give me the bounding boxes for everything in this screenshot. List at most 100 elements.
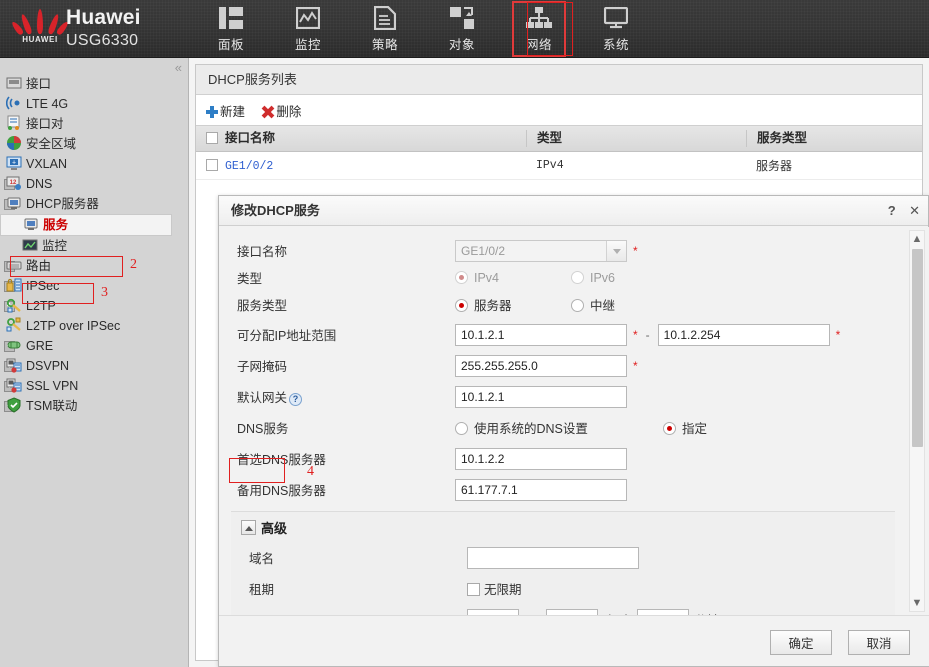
plus-icon: [206, 106, 218, 118]
radio-dns-specify-label: 指定: [682, 422, 707, 436]
ipsec-lock-icon: [6, 277, 22, 293]
required-marker-range-end: *: [836, 328, 841, 342]
select-all-checkbox[interactable]: [206, 132, 218, 144]
topnav-item-2[interactable]: 策略: [359, 2, 411, 56]
sidebar-item-13[interactable]: +GRE: [0, 336, 189, 356]
row-checkbox[interactable]: [206, 159, 218, 171]
sidebar-item-label-16: TSM联动: [26, 399, 77, 413]
l2tp-over-ipsec-icon: [6, 317, 22, 333]
tsm-shield-icon: [6, 397, 22, 413]
topnav-item-1[interactable]: 监控: [282, 2, 334, 56]
radio-server-icon: [455, 299, 468, 312]
radio-type-ipv6[interactable]: IPv6: [571, 271, 615, 285]
radio-type-ipv4[interactable]: IPv4: [455, 271, 563, 285]
sidebar-item-label-14: DSVPN: [26, 359, 69, 373]
sidebar-item-9[interactable]: +路由: [0, 256, 189, 276]
secondary-dns-input[interactable]: [455, 479, 627, 501]
dhcp-monitor-icon: [22, 237, 38, 253]
field-interface-name: 接口名称 GE1/0/2 *: [219, 237, 907, 264]
sidebar-item-label-4: VXLAN: [26, 157, 67, 171]
gre-tunnel-icon: [6, 337, 22, 353]
column-header-interface: 接口名称: [196, 130, 526, 147]
sidebar-item-6[interactable]: -DHCP服务器: [0, 194, 189, 214]
interface-icon: [6, 75, 22, 91]
radio-ipv4-icon: [455, 271, 468, 284]
field-type: 类型 IPv4 IPv6: [219, 264, 907, 291]
dns-icon: 12: [6, 175, 22, 191]
advanced-toggle[interactable]: 高级: [237, 516, 291, 539]
edit-dhcp-service-dialog: 修改DHCP服务 ? ✕ 接口名称 GE1/0/2 *: [218, 195, 929, 667]
top-header-bar: HUAWEI Huawei USG6330 面板监控策略对象网络系统 1: [0, 0, 929, 58]
ok-button[interactable]: 确定: [770, 630, 832, 655]
row-service-type-cell: 服务器: [746, 157, 922, 174]
sidebar-item-2[interactable]: 接口对: [0, 114, 189, 134]
label-ip-range: 可分配IP地址范围: [237, 325, 455, 344]
scroll-up-arrow-icon[interactable]: ▲: [910, 231, 924, 247]
cancel-button[interactable]: 取消: [848, 630, 910, 655]
default-gateway-input[interactable]: [455, 386, 627, 408]
field-secondary-dns: 备用DNS服务器: [219, 476, 907, 503]
new-button[interactable]: 新建: [206, 101, 245, 120]
scroll-down-arrow-icon[interactable]: ▼: [910, 595, 924, 611]
interface-link[interactable]: GE1/0/2: [225, 160, 273, 173]
dialog-scrollbar[interactable]: ▲ ▼: [909, 230, 925, 612]
ip-range-start-input[interactable]: [455, 324, 627, 346]
topnav-item-5[interactable]: 系统: [590, 2, 642, 56]
topnav-item-0[interactable]: 面板: [205, 2, 257, 56]
topnav-label-2: 策略: [359, 34, 411, 53]
sidebar-item-label-11: L2TP: [26, 299, 56, 313]
sidebar-item-11[interactable]: +L2TP: [0, 296, 189, 316]
primary-dns-input[interactable]: [455, 448, 627, 470]
scrollbar-thumb[interactable]: [912, 249, 923, 447]
app-root: HUAWEI Huawei USG6330 面板监控策略对象网络系统 1 « 接…: [0, 0, 929, 667]
sidebar-item-1[interactable]: LTE 4G: [0, 94, 189, 114]
sidebar-item-12[interactable]: L2TP over IPSec: [0, 316, 189, 336]
topnav-label-5: 系统: [590, 34, 642, 53]
topnav-label-1: 监控: [282, 34, 334, 53]
sidebar-collapse-icon[interactable]: «: [175, 62, 182, 74]
radio-service-server[interactable]: 服务器: [455, 295, 563, 314]
help-icon[interactable]: ?: [888, 196, 896, 226]
radio-dns-system[interactable]: 使用系统的DNS设置: [455, 418, 655, 437]
table-row[interactable]: GE1/0/2 IPv4 服务器: [196, 152, 922, 180]
topnav-item-3[interactable]: 对象: [436, 2, 488, 56]
unlimited-lease-option[interactable]: 无限期: [467, 579, 522, 598]
sidebar-item-0[interactable]: 接口: [0, 74, 189, 94]
close-icon[interactable]: ✕: [909, 196, 920, 226]
required-marker-subnet: *: [633, 359, 638, 373]
ssl-vpn-icon: [6, 377, 22, 393]
radio-dns-specify-icon: [663, 422, 676, 435]
radio-ipv4-label: IPv4: [474, 271, 499, 285]
subnet-mask-input[interactable]: [455, 355, 627, 377]
dialog-scroll-content: 接口名称 GE1/0/2 * 类型 IPv4: [219, 227, 907, 615]
sidebar-item-10[interactable]: +IPSec: [0, 276, 189, 296]
ip-range-end-input[interactable]: [658, 324, 830, 346]
label-interface-name: 接口名称: [237, 241, 455, 260]
svg-text:+: +: [12, 160, 16, 167]
radio-service-relay[interactable]: 中继: [571, 295, 615, 314]
radio-dns-specify[interactable]: 指定: [663, 418, 707, 437]
domain-name-input[interactable]: [467, 547, 639, 569]
logo-wordmark: HUAWEI: [10, 35, 70, 44]
new-button-label: 新建: [220, 105, 245, 119]
unlimited-checkbox[interactable]: [467, 583, 480, 596]
object-blocks-icon: [436, 5, 488, 31]
sidebar-item-8[interactable]: 监控: [0, 236, 189, 256]
sidebar-item-4[interactable]: + VXLAN: [0, 154, 189, 174]
sidebar-item-5[interactable]: +12DNS: [0, 174, 189, 194]
topnav-item-4[interactable]: 网络: [513, 2, 565, 56]
sidebar-item-14[interactable]: +DSVPN: [0, 356, 189, 376]
help-question-icon[interactable]: ?: [289, 393, 302, 406]
column-header-type: 类型: [526, 130, 746, 147]
sidebar-item-16[interactable]: +TSM联动: [0, 396, 189, 416]
panel-icon: [205, 5, 257, 31]
logo-petals: [18, 8, 62, 34]
sidebar-item-15[interactable]: +SSL VPN: [0, 376, 189, 396]
sidebar-item-7[interactable]: 服务: [0, 214, 172, 236]
sidebar-item-label-6: DHCP服务器: [26, 197, 99, 211]
interface-name-select[interactable]: GE1/0/2: [455, 240, 627, 262]
delete-button-label: 删除: [276, 105, 301, 119]
delete-button[interactable]: 删除: [262, 101, 301, 120]
sidebar-item-3[interactable]: 安全区域: [0, 134, 189, 154]
label-subnet-mask: 子网掩码: [237, 356, 455, 375]
